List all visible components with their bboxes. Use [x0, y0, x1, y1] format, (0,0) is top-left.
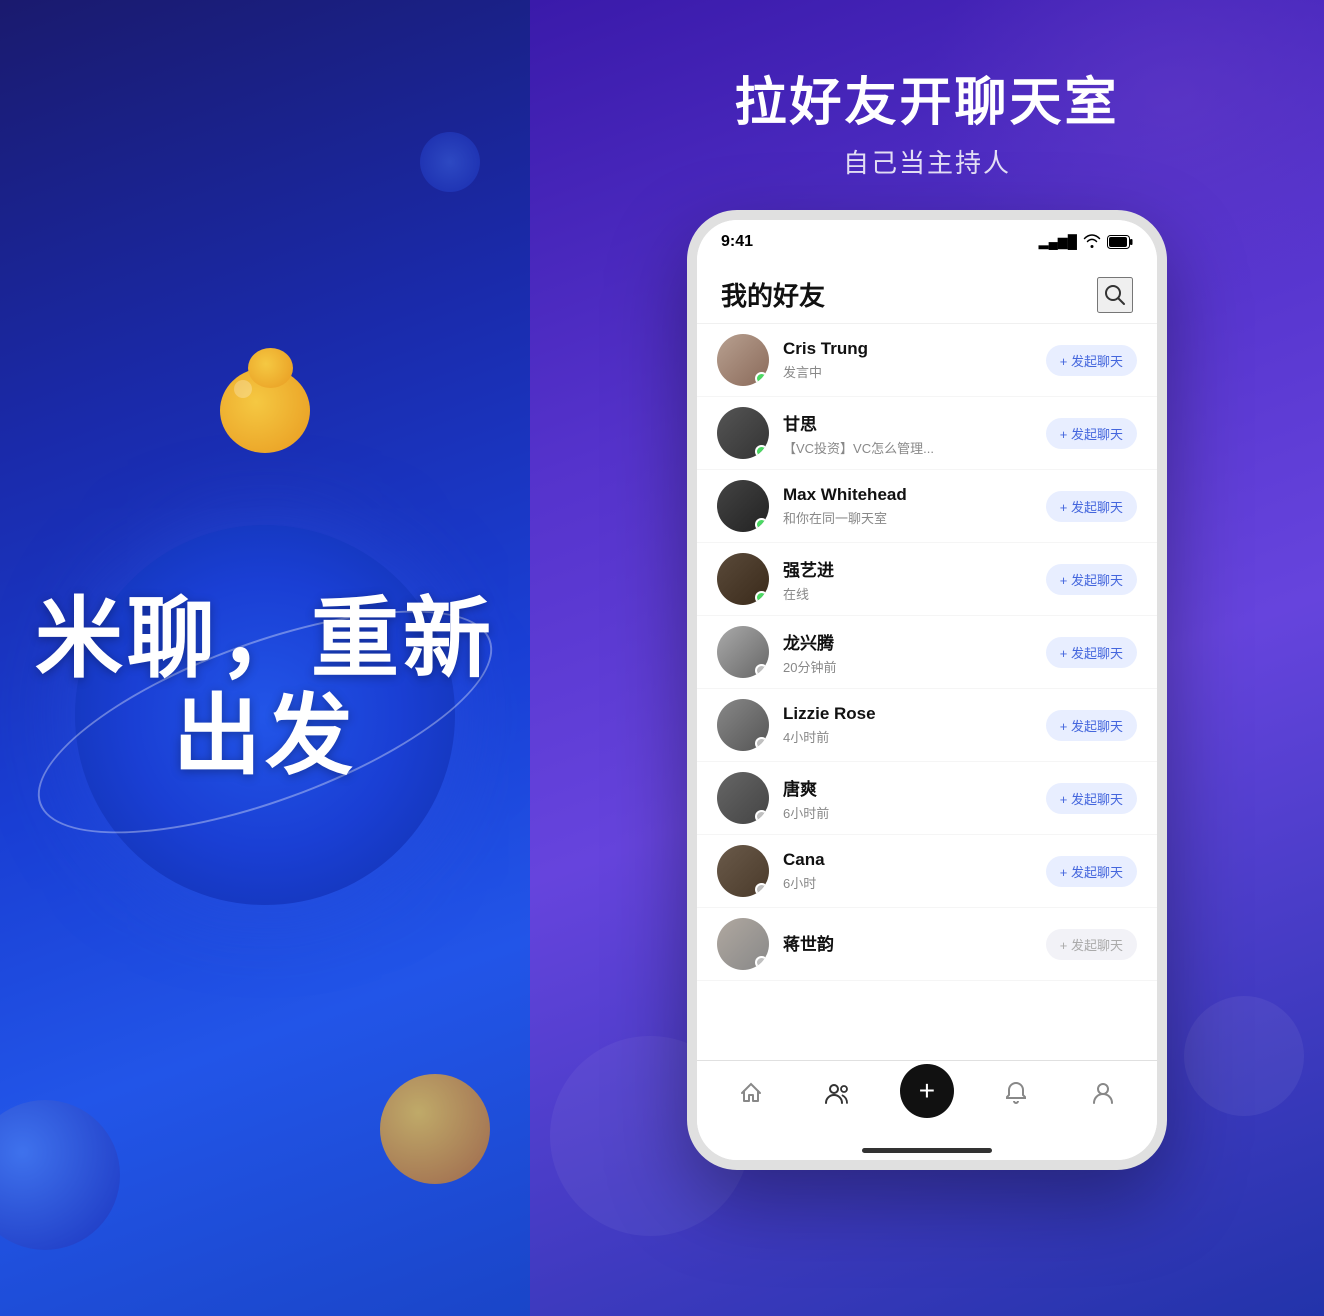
battery-icon: [1107, 235, 1133, 249]
friend-status: 在线: [783, 584, 1046, 603]
status-dot: [755, 956, 768, 969]
bell-icon: [1005, 1081, 1027, 1111]
list-item: 甘思 【VC投资】VC怎么管理... + 发起聊天: [697, 397, 1157, 470]
friend-status: 【VC投资】VC怎么管理...: [783, 438, 1046, 457]
tab-profile[interactable]: [1078, 1081, 1128, 1111]
phone-mockup: 9:41 ▂▄▆█: [687, 210, 1167, 1170]
friend-status: 发言中: [783, 362, 1046, 381]
start-chat-button[interactable]: + 发起聊天: [1046, 856, 1137, 887]
signal-icon: ▂▄▆█: [1039, 234, 1077, 250]
list-item: 蒋世韵 + 发起聊天: [697, 908, 1157, 981]
list-item: 强艺进 在线 + 发起聊天: [697, 543, 1157, 616]
list-item: Max Whitehead 和你在同一聊天室 + 发起聊天: [697, 470, 1157, 543]
friends-icon: [825, 1081, 851, 1111]
profile-icon: [1092, 1081, 1114, 1111]
start-chat-button[interactable]: + 发起聊天: [1046, 637, 1137, 668]
friend-info: 强艺进 在线: [783, 556, 1046, 603]
home-bar: [862, 1148, 992, 1153]
friends-list: Cris Trung 发言中 + 发起聊天 甘思 【VC投资】VC怎么管理...…: [697, 324, 1157, 1060]
list-item: 龙兴腾 20分钟前 + 发起聊天: [697, 616, 1157, 689]
friend-info: 甘思 【VC投资】VC怎么管理...: [783, 410, 1046, 457]
friend-name: Cris Trung: [783, 339, 1046, 359]
start-chat-button[interactable]: + 发起聊天: [1046, 929, 1137, 960]
friend-name: 龙兴腾: [783, 629, 1046, 654]
wifi-icon: [1083, 234, 1101, 251]
avatar: [717, 918, 769, 970]
decorative-bubble-bottom-right: [380, 1074, 490, 1184]
status-dot: [755, 518, 768, 531]
friend-info: Cana 6小时: [783, 850, 1046, 892]
friend-status: 20分钟前: [783, 657, 1046, 676]
friend-info: Max Whitehead 和你在同一聊天室: [783, 485, 1046, 527]
friend-info: 唐爽 6小时前: [783, 775, 1046, 822]
list-item: Cana 6小时 + 发起聊天: [697, 835, 1157, 908]
friend-status: 6小时前: [783, 803, 1046, 822]
avatar: [717, 699, 769, 751]
avatar: [717, 772, 769, 824]
decorative-bubble-top-right: [420, 132, 480, 192]
tab-notifications[interactable]: [991, 1081, 1041, 1111]
avatar: [717, 553, 769, 605]
friend-name: Max Whitehead: [783, 485, 1046, 505]
status-dot: [755, 445, 768, 458]
status-dot: [755, 664, 768, 677]
left-panel: 米聊，重新出发: [0, 0, 530, 1316]
list-item: Lizzie Rose 4小时前 + 发起聊天: [697, 689, 1157, 762]
start-chat-button[interactable]: + 发起聊天: [1046, 418, 1137, 449]
friend-name: Lizzie Rose: [783, 704, 1046, 724]
status-dot: [755, 372, 768, 385]
decorative-bubble-bottom-left: [0, 1100, 120, 1250]
status-icons: ▂▄▆█: [1039, 234, 1133, 251]
plus-icon: +: [919, 1077, 935, 1105]
avatar: [717, 845, 769, 897]
status-time: 9:41: [721, 233, 753, 251]
avatar: [717, 480, 769, 532]
promo-title-sub: 自己当主持人: [734, 143, 1119, 180]
phone-content: 我的好友 Cris Trung 发言中 + 发起聊天 甘思: [697, 264, 1157, 1060]
friend-name: 唐爽: [783, 775, 1046, 800]
tab-create[interactable]: +: [900, 1064, 954, 1118]
home-indicator: [697, 1140, 1157, 1160]
search-button[interactable]: [1097, 277, 1133, 313]
start-chat-button[interactable]: + 发起聊天: [1046, 710, 1137, 741]
friend-name: 蒋世韵: [783, 930, 1046, 955]
friend-info: Cris Trung 发言中: [783, 339, 1046, 381]
promo-title-area: 拉好友开聊天室 自己当主持人: [734, 60, 1119, 180]
status-dot: [755, 591, 768, 604]
avatar: [717, 334, 769, 386]
friend-name: 强艺进: [783, 556, 1046, 581]
main-tagline: 米聊，重新出发: [0, 591, 530, 785]
chat-icon-bubble: [220, 368, 310, 453]
friend-info: 龙兴腾 20分钟前: [783, 629, 1046, 676]
bg-circle-2: [1184, 996, 1304, 1116]
avatar: [717, 407, 769, 459]
app-tagline-text: 米聊，重新出发: [0, 591, 530, 785]
status-dot: [755, 883, 768, 896]
start-chat-button[interactable]: + 发起聊天: [1046, 491, 1137, 522]
home-icon: [739, 1081, 763, 1111]
right-panel: 拉好友开聊天室 自己当主持人 9:41 ▂▄▆█: [530, 0, 1324, 1316]
promo-title-main: 拉好友开聊天室: [734, 60, 1119, 135]
list-item: 唐爽 6小时前 + 发起聊天: [697, 762, 1157, 835]
start-chat-button[interactable]: + 发起聊天: [1046, 783, 1137, 814]
tab-friends[interactable]: [813, 1081, 863, 1111]
friend-name: 甘思: [783, 410, 1046, 435]
status-dot: [755, 737, 768, 750]
friend-info: 蒋世韵: [783, 930, 1046, 958]
start-chat-button[interactable]: + 发起聊天: [1046, 345, 1137, 376]
friends-list-title: 我的好友: [721, 276, 825, 313]
friend-info: Lizzie Rose 4小时前: [783, 704, 1046, 746]
status-dot: [755, 810, 768, 823]
start-chat-button[interactable]: + 发起聊天: [1046, 564, 1137, 595]
friend-status: 4小时前: [783, 727, 1046, 746]
friend-status: 和你在同一聊天室: [783, 508, 1046, 527]
friend-status: 6小时: [783, 873, 1046, 892]
avatar: [717, 626, 769, 678]
friend-name: Cana: [783, 850, 1046, 870]
tab-home[interactable]: [726, 1081, 776, 1111]
list-item: Cris Trung 发言中 + 发起聊天: [697, 324, 1157, 397]
friends-header: 我的好友: [697, 264, 1157, 324]
status-bar: 9:41 ▂▄▆█: [697, 220, 1157, 264]
tab-bar: +: [697, 1060, 1157, 1140]
